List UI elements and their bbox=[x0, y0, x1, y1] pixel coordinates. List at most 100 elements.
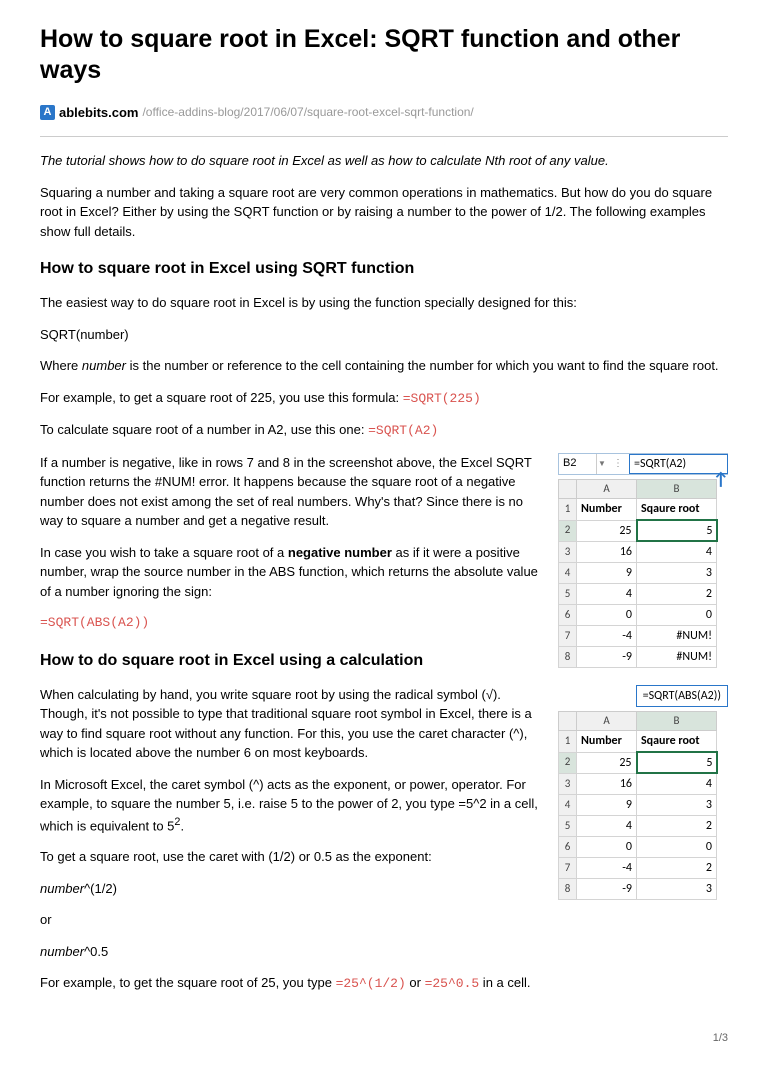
cell-selected: 5 bbox=[637, 752, 717, 773]
body-paragraph: The easiest way to do square root in Exc… bbox=[40, 293, 728, 313]
row-header: 4 bbox=[559, 563, 577, 584]
text-fragment: ^0.5 bbox=[84, 944, 108, 959]
formula-bar: B2 ▼ ⋮ =SQRT(A2) bbox=[558, 453, 728, 475]
syntax-text: SQRT(number) bbox=[40, 325, 728, 345]
cell: 0 bbox=[577, 605, 637, 626]
row-header: 8 bbox=[559, 647, 577, 668]
cell: 4 bbox=[577, 816, 637, 837]
section-heading-sqrt: How to square root in Excel using SQRT f… bbox=[40, 257, 728, 281]
formula-bar: =SQRT(ABS(A2)) bbox=[558, 685, 728, 707]
section-heading-calc: How to do square root in Excel using a c… bbox=[40, 649, 540, 673]
text-fragment: To calculate square root of a number in … bbox=[40, 422, 368, 437]
dropdown-icon: ▼ bbox=[597, 458, 607, 470]
cell: 9 bbox=[577, 563, 637, 584]
cell-negative: -9 bbox=[577, 647, 637, 668]
body-paragraph: If a number is negative, like in rows 7 … bbox=[40, 453, 540, 531]
text-fragment: In case you wish to take a square root o… bbox=[40, 545, 288, 560]
formula-content: =SQRT(ABS(A2)) bbox=[636, 685, 728, 707]
cell-error: #NUM! bbox=[637, 647, 717, 668]
cell: 4 bbox=[637, 541, 717, 563]
excel-screenshot-sqrt: B2 ▼ ⋮ =SQRT(A2) A B 1NumberSqaure root … bbox=[558, 453, 728, 669]
param-name: number bbox=[40, 944, 84, 959]
text-fragment: is the number or reference to the cell c… bbox=[126, 358, 719, 373]
body-paragraph: In case you wish to take a square root o… bbox=[40, 543, 540, 602]
row-header: 1 bbox=[559, 731, 577, 753]
cell: 4 bbox=[637, 773, 717, 795]
cell: 3 bbox=[637, 563, 717, 584]
body-paragraph: For example, to get a square root of 225… bbox=[40, 388, 728, 409]
row-header: 5 bbox=[559, 816, 577, 837]
emphasis-text: negative number bbox=[288, 545, 392, 560]
body-paragraph: In Microsoft Excel, the caret symbol (^)… bbox=[40, 775, 540, 836]
body-paragraph: Squaring a number and taking a square ro… bbox=[40, 183, 728, 242]
intro-paragraph: The tutorial shows how to do square root… bbox=[40, 151, 728, 171]
text-fragment: Where bbox=[40, 358, 82, 373]
body-paragraph: When calculating by hand, you write squa… bbox=[40, 685, 540, 763]
formula-block: =SQRT(ABS(A2)) bbox=[40, 613, 540, 633]
cell: 2 bbox=[637, 584, 717, 605]
or-text: or bbox=[40, 910, 540, 930]
col-header: B bbox=[637, 479, 717, 499]
cell-negative: -4 bbox=[577, 626, 637, 647]
cell: 3 bbox=[637, 795, 717, 816]
row-header: 2 bbox=[559, 752, 577, 773]
cell: 16 bbox=[577, 773, 637, 795]
formula-code: =SQRT(225) bbox=[403, 391, 481, 406]
formula-code: =25^0.5 bbox=[425, 976, 480, 991]
col-header: B bbox=[637, 711, 717, 731]
row-header: 3 bbox=[559, 773, 577, 795]
url-path: /office-addins-blog/2017/06/07/square-ro… bbox=[142, 103, 473, 121]
cell: 25 bbox=[577, 752, 637, 773]
cell: 4 bbox=[577, 584, 637, 605]
cell: 16 bbox=[577, 541, 637, 563]
cell-error: #NUM! bbox=[637, 626, 717, 647]
source-line: A ablebits.com/office-addins-blog/2017/0… bbox=[40, 103, 728, 123]
text-fragment: In Microsoft Excel, the caret symbol (^)… bbox=[40, 777, 538, 833]
corner-cell bbox=[559, 479, 577, 499]
row-header: 6 bbox=[559, 605, 577, 626]
excel-screenshot-abs: =SQRT(ABS(A2)) A B 1NumberSqaure root 22… bbox=[558, 685, 728, 901]
cell: Number bbox=[577, 499, 637, 521]
body-paragraph: To calculate square root of a number in … bbox=[40, 420, 728, 441]
cell: 25 bbox=[577, 520, 637, 541]
site-name: ablebits.com bbox=[59, 103, 138, 123]
text-fragment: For example, to get a square root of 225… bbox=[40, 390, 403, 405]
cell: Sqaure root bbox=[637, 499, 717, 521]
body-paragraph: To get a square root, use the caret with… bbox=[40, 847, 540, 867]
row-header: 4 bbox=[559, 795, 577, 816]
cell: Sqaure root bbox=[637, 731, 717, 753]
col-header: A bbox=[577, 479, 637, 499]
cell: 0 bbox=[637, 605, 717, 626]
cell: 9 bbox=[577, 795, 637, 816]
text-fragment: in a cell. bbox=[479, 975, 530, 990]
row-header: 7 bbox=[559, 626, 577, 647]
cell: -9 bbox=[577, 879, 637, 900]
cell: 2 bbox=[637, 816, 717, 837]
cell: 2 bbox=[637, 858, 717, 879]
col-header: A bbox=[577, 711, 637, 731]
row-header: 7 bbox=[559, 858, 577, 879]
text-fragment: or bbox=[406, 975, 425, 990]
page-title: How to square root in Excel: SQRT functi… bbox=[40, 24, 728, 87]
text-fragment: For example, to get the square root of 2… bbox=[40, 975, 336, 990]
row-header: 6 bbox=[559, 837, 577, 858]
row-header: 1 bbox=[559, 499, 577, 521]
site-logo-icon: A bbox=[40, 105, 55, 120]
text-fragment: ^(1/2) bbox=[84, 881, 117, 896]
cell-selected: 5 bbox=[637, 520, 717, 541]
row-header: 3 bbox=[559, 541, 577, 563]
row-header: 5 bbox=[559, 584, 577, 605]
row-header: 2 bbox=[559, 520, 577, 541]
cell: 3 bbox=[637, 879, 717, 900]
corner-cell bbox=[559, 711, 577, 731]
body-paragraph: Where number is the number or reference … bbox=[40, 356, 728, 376]
page-footer: 1/3 bbox=[40, 1030, 728, 1047]
cell: Number bbox=[577, 731, 637, 753]
formula-code: =SQRT(A2) bbox=[368, 423, 438, 438]
param-name: number bbox=[82, 358, 126, 373]
text-fragment: . bbox=[180, 818, 184, 833]
param-name: number bbox=[40, 881, 84, 896]
cell: 0 bbox=[637, 837, 717, 858]
formula-notation: number^(1/2) bbox=[40, 879, 540, 899]
excel-grid: A B 1NumberSqaure root 2255 3164 493 542… bbox=[558, 479, 718, 669]
